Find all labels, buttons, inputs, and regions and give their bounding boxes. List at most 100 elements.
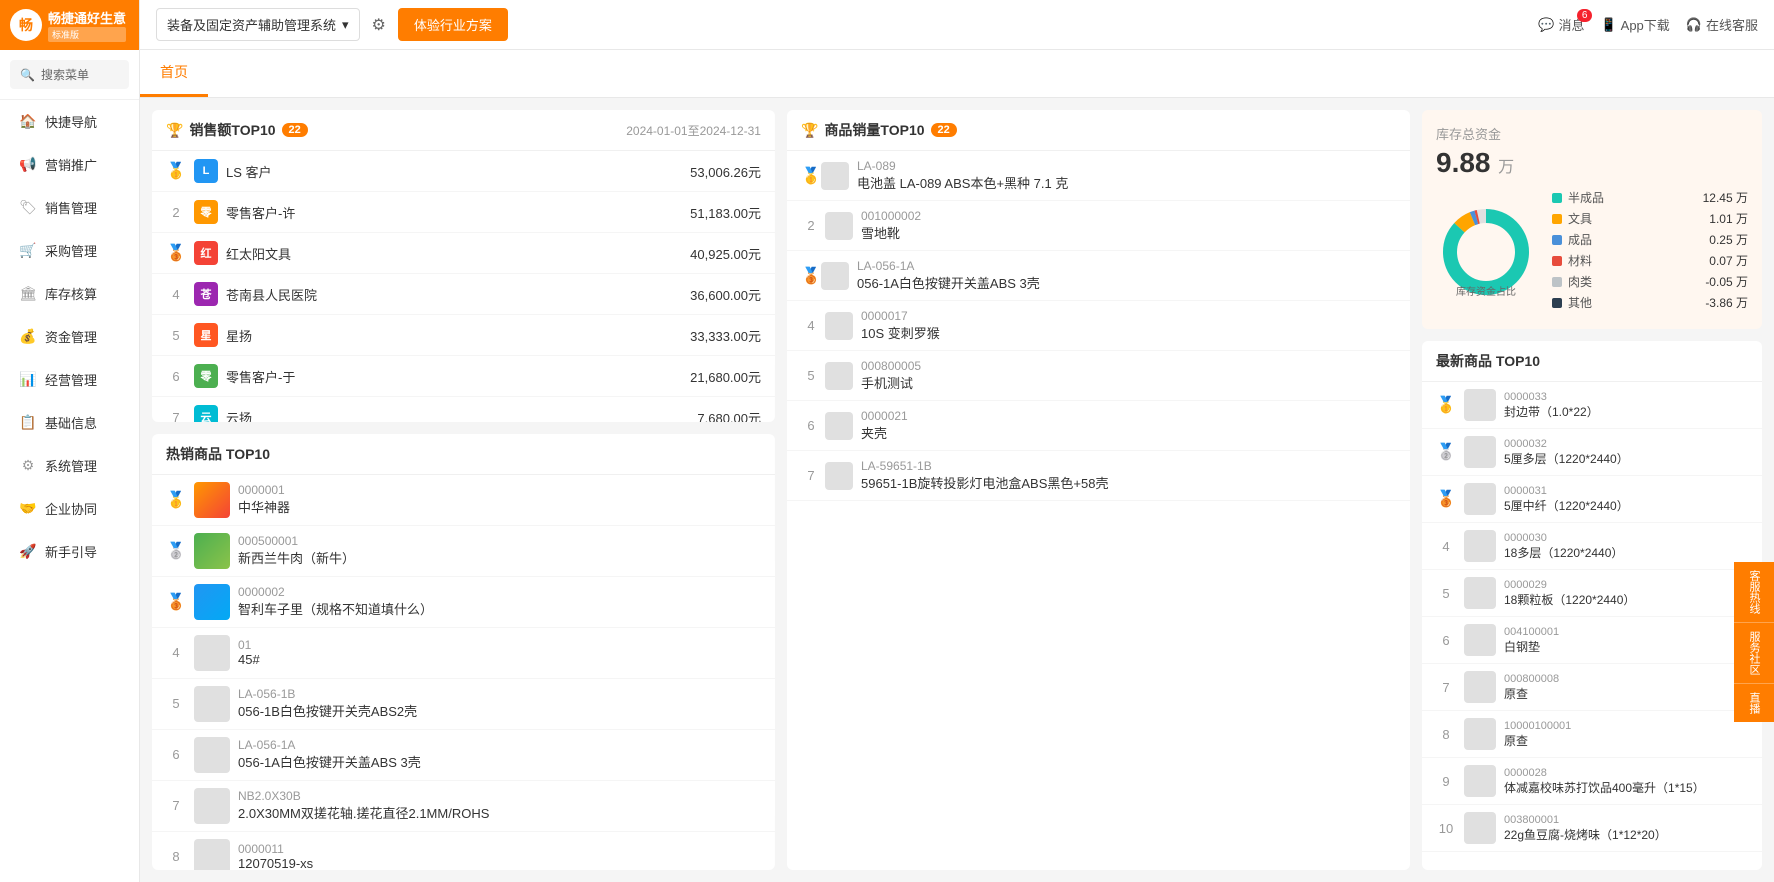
legend-value: 0.25 万 xyxy=(1709,231,1748,248)
donut-chart-area: 库存资金占比 半成品 12.45 万 文具 1.01 万 xyxy=(1436,189,1748,315)
sidebar-item-marketing[interactable]: 📢 营销推广 xyxy=(0,143,139,186)
list-item: 🥉 红 红太阳文具 40,925.00元 xyxy=(152,233,775,274)
sidebar-item-inventory[interactable]: 🏛 库存核算 xyxy=(0,272,139,315)
product-info: 0000028 体减嘉校味苏打饮品400毫升（1*15） xyxy=(1504,767,1748,796)
sidebar-item-label: 基础信息 xyxy=(45,413,97,432)
sidebar-item-sales[interactable]: 🏷 销售管理 xyxy=(0,186,139,229)
product-code: 0000001 xyxy=(238,483,761,497)
legend-dot-material xyxy=(1552,256,1562,266)
customer-service-button[interactable]: 客服热线 xyxy=(1734,562,1774,623)
legend-name: 材料 xyxy=(1568,252,1709,269)
trial-button[interactable]: 体验行业方案 xyxy=(398,8,508,41)
product-image-placeholder xyxy=(821,162,849,190)
topbar-right: 💬 消息 6 📱 App下载 🎧 在线客服 xyxy=(1538,15,1758,34)
app-download-label: App下载 xyxy=(1621,15,1670,34)
product-image xyxy=(194,533,230,569)
rank-medal-1: 🥇 xyxy=(801,166,821,186)
legend-value: -0.05 万 xyxy=(1705,273,1748,290)
legend-value: 1.01 万 xyxy=(1709,210,1748,227)
service-label: 在线客服 xyxy=(1706,15,1758,34)
product-name: 056-1A白色按键开关盖ABS 3壳 xyxy=(238,752,761,771)
purchase-icon: 🛒 xyxy=(19,242,37,260)
sidebar-item-label: 系统管理 xyxy=(45,456,97,475)
product-image-placeholder xyxy=(194,686,230,722)
donut-label: 库存资金占比 xyxy=(1456,283,1516,298)
product-image-placeholder xyxy=(1464,812,1496,844)
search-menu-button[interactable]: 🔍 搜索菜单 xyxy=(10,60,129,89)
product-code: 0000029 xyxy=(1504,579,1748,591)
rank-medal-3: 🥉 xyxy=(166,243,186,263)
service-community-button[interactable]: 服务社区 xyxy=(1734,623,1774,684)
product-name: 056-1A白色按键开关盖ABS 3壳 xyxy=(857,273,1396,292)
sidebar-item-guide[interactable]: 🚀 新手引导 xyxy=(0,530,139,573)
sidebar-item-label: 库存核算 xyxy=(45,284,97,303)
list-item: 5 星 星扬 33,333.00元 xyxy=(152,315,775,356)
product-info: 0000001 中华神器 xyxy=(238,483,761,516)
product-name: 智利车子里（规格不知道填什么） xyxy=(238,599,761,618)
sales-top-panel: 🏆 销售额TOP10 22 2024-01-01至2024-12-31 🥇 L … xyxy=(152,110,775,422)
product-info: 0000031 5厘中纤（1220*2440） xyxy=(1504,485,1748,514)
sidebar-item-purchase[interactable]: 🛒 采购管理 xyxy=(0,229,139,272)
sidebar-item-system[interactable]: ⚙ 系统管理 xyxy=(0,444,139,487)
product-image-placeholder xyxy=(825,212,853,240)
rank-medal-1: 🥇 xyxy=(166,490,186,510)
sidebar-item-management[interactable]: 📊 经营管理 xyxy=(0,358,139,401)
product-info: 0000011 12070519-xs xyxy=(238,842,761,870)
management-icon: 📊 xyxy=(19,371,37,389)
inventory-unit: 万 xyxy=(1498,159,1514,176)
inventory-legend: 半成品 12.45 万 文具 1.01 万 成品 0 xyxy=(1552,189,1748,315)
dropdown-icon: ▾ xyxy=(342,17,349,33)
product-name: 白钢垫 xyxy=(1504,638,1748,655)
system-selector[interactable]: 装备及固定资产辅助管理系统 ▾ xyxy=(156,8,360,41)
product-code: LA-089 xyxy=(857,159,1396,173)
product-image-placeholder xyxy=(1464,530,1496,562)
settings-button[interactable]: ⚙ xyxy=(372,15,386,35)
customer-amount: 40,925.00元 xyxy=(690,244,761,263)
new-product-item: 🥇 0000033 封边带（1.0*22） xyxy=(1422,382,1762,429)
online-service-button[interactable]: 🎧 在线客服 xyxy=(1686,15,1758,34)
legend-item: 文具 1.01 万 xyxy=(1552,210,1748,227)
product-info: 001000002 雪地靴 xyxy=(861,209,1396,242)
message-icon: 💬 xyxy=(1538,17,1554,33)
legend-value: 0.07 万 xyxy=(1709,252,1748,269)
product-name: 056-1B白色按键开关壳ABS2壳 xyxy=(238,701,761,720)
sidebar-item-quick-nav[interactable]: 🏠 快捷导航 xyxy=(0,100,139,143)
product-code: 0000011 xyxy=(238,842,761,856)
customer-name: 红太阳文具 xyxy=(226,244,690,263)
rank-number: 4 xyxy=(166,645,186,660)
sales-top-title: 🏆 销售额TOP10 22 xyxy=(166,120,308,140)
inventory-card: 库存总资金 9.88 万 xyxy=(1422,110,1762,329)
topbar: 装备及固定资产辅助管理系统 ▾ ⚙ 体验行业方案 💬 消息 6 📱 App下载 … xyxy=(140,0,1774,50)
product-name: 10S 变刺罗猴 xyxy=(861,323,1396,342)
product-item: 6 LA-056-1A 056-1A白色按键开关盖ABS 3壳 xyxy=(152,730,775,781)
customer-amount: 51,183.00元 xyxy=(690,203,761,222)
product-item: 5 LA-056-1B 056-1B白色按键开关壳ABS2壳 xyxy=(152,679,775,730)
sidebar-item-label: 采购管理 xyxy=(45,241,97,260)
rank-number: 7 xyxy=(166,410,186,422)
sidebar: 畅 畅捷通好生意 标准版 🔍 搜索菜单 🏠 快捷导航 📢 营销推广 🏷 销售管理… xyxy=(0,0,140,882)
live-stream-button[interactable]: 直播 xyxy=(1734,684,1774,722)
product-code: 0000021 xyxy=(861,409,1396,423)
sidebar-item-enterprise[interactable]: 🤝 企业协同 xyxy=(0,487,139,530)
search-section: 🔍 搜索菜单 xyxy=(0,50,139,100)
enterprise-icon: 🤝 xyxy=(19,500,37,518)
sidebar-item-label: 营销推广 xyxy=(45,155,97,174)
list-item: 🥇 LA-089 电池盖 LA-089 ABS本色+黑种 7.1 克 xyxy=(787,151,1410,201)
tab-home[interactable]: 首页 xyxy=(140,50,208,97)
customer-name: 云扬 xyxy=(226,408,697,422)
product-item: 8 0000011 12070519-xs xyxy=(152,832,775,870)
product-info: 10000100001 原查 xyxy=(1504,720,1748,749)
messages-button[interactable]: 💬 消息 6 xyxy=(1538,15,1584,34)
content-grid: 🏆 销售额TOP10 22 2024-01-01至2024-12-31 🥇 L … xyxy=(152,110,1762,870)
home-icon: 🏠 xyxy=(19,113,37,131)
sidebar-item-basic-info[interactable]: 📋 基础信息 xyxy=(0,401,139,444)
rank-number: 7 xyxy=(1436,680,1456,695)
product-name: 5厘多层（1220*2440） xyxy=(1504,450,1748,467)
product-image-placeholder xyxy=(1464,436,1496,468)
system-name: 装备及固定资产辅助管理系统 xyxy=(167,15,336,34)
app-download-button[interactable]: 📱 App下载 xyxy=(1600,15,1669,34)
trophy-icon: 🏆 xyxy=(166,122,183,139)
avatar: 星 xyxy=(194,323,218,347)
sidebar-item-finance[interactable]: 💰 资金管理 xyxy=(0,315,139,358)
product-code: 0000031 xyxy=(1504,485,1748,497)
